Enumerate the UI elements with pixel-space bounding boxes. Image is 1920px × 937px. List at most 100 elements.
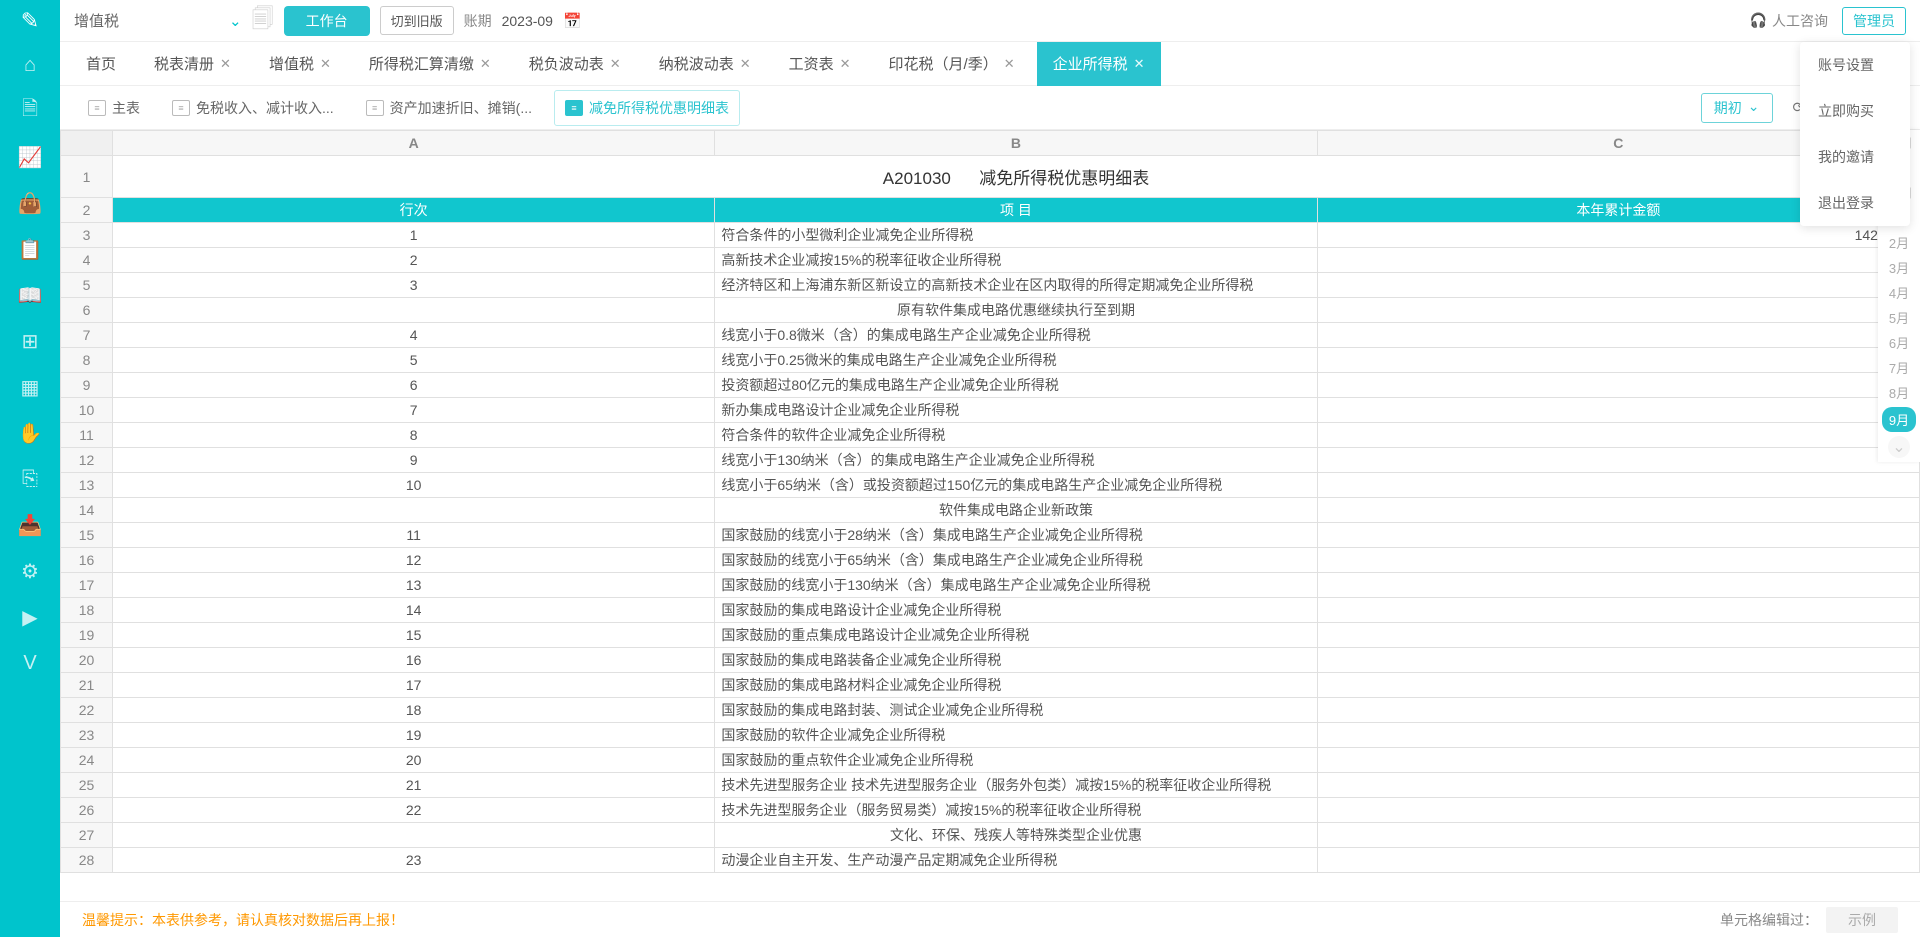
item-desc[interactable]: 线宽小于0.8微米（含）的集成电路生产企业减免企业所得税 <box>715 323 1317 348</box>
month-item[interactable]: 3月 <box>1878 255 1920 280</box>
line-number[interactable]: 11 <box>113 523 715 548</box>
line-number[interactable]: 9 <box>113 448 715 473</box>
nav-clipboard-icon[interactable]: 📋 <box>0 226 60 272</box>
workspace-button[interactable]: 工作台 <box>284 6 370 36</box>
amount-cell[interactable] <box>1317 723 1919 748</box>
tab-8[interactable]: 企业所得税✕ <box>1037 42 1161 86</box>
line-number[interactable]: 13 <box>113 573 715 598</box>
item-desc[interactable]: 国家鼓励的软件企业减免企业所得税 <box>715 723 1317 748</box>
nav-inbox-icon[interactable]: 📥 <box>0 502 60 548</box>
month-item[interactable]: 6月 <box>1878 330 1920 355</box>
item-desc[interactable]: 经济特区和上海浦东新区新设立的高新技术企业在区内取得的所得定期减免企业所得税 <box>715 273 1317 298</box>
amount-cell[interactable] <box>1317 673 1919 698</box>
amount-cell[interactable] <box>1317 423 1919 448</box>
tab-0[interactable]: 首页 <box>70 42 132 86</box>
nav-grid-icon[interactable]: ▦ <box>0 364 60 410</box>
nav-play-icon[interactable]: ▶ <box>0 594 60 640</box>
nav-home-icon[interactable]: ⌂ <box>0 42 60 88</box>
amount-cell[interactable] <box>1317 598 1919 623</box>
month-item[interactable]: 8月 <box>1878 380 1920 405</box>
line-number[interactable] <box>113 823 715 848</box>
item-desc[interactable]: 原有软件集成电路优惠继续执行至到期 <box>715 298 1317 323</box>
item-desc[interactable]: 符合条件的小型微利企业减免企业所得税 <box>715 223 1317 248</box>
nav-book-icon[interactable]: 📖 <box>0 272 60 318</box>
month-item[interactable]: 7月 <box>1878 355 1920 380</box>
line-number[interactable]: 23 <box>113 848 715 873</box>
line-number[interactable]: 12 <box>113 548 715 573</box>
close-icon[interactable]: ✕ <box>320 56 331 72</box>
month-item[interactable]: 9月 <box>1882 407 1916 432</box>
subtab-3[interactable]: ≡减免所得税优惠明细表 <box>554 90 740 126</box>
nav-chart-icon[interactable]: 📈 <box>0 134 60 180</box>
item-desc[interactable]: 国家鼓励的线宽小于65纳米（含）集成电路生产企业减免企业所得税 <box>715 548 1317 573</box>
amount-cell[interactable] <box>1317 548 1919 573</box>
tab-1[interactable]: 税表清册✕ <box>138 42 247 86</box>
item-desc[interactable]: 动漫企业自主开发、生产动漫产品定期减免企业所得税 <box>715 848 1317 873</box>
amount-cell[interactable]: 14221.38 <box>1317 223 1919 248</box>
line-number[interactable]: 10 <box>113 473 715 498</box>
item-desc[interactable]: 符合条件的软件企业减免企业所得税 <box>715 423 1317 448</box>
close-icon[interactable]: ✕ <box>1134 56 1145 72</box>
item-desc[interactable]: 技术先进型服务企业 技术先进型服务企业（服务外包类）减按15%的税率征收企业所得… <box>715 773 1317 798</box>
month-item[interactable]: 4月 <box>1878 280 1920 305</box>
dropdown-item[interactable]: 立即购买 <box>1800 88 1910 134</box>
item-desc[interactable]: 国家鼓励的集成电路材料企业减免企业所得税 <box>715 673 1317 698</box>
amount-cell[interactable] <box>1317 523 1919 548</box>
dropdown-item[interactable]: 退出登录 <box>1800 180 1910 226</box>
subtab-2[interactable]: ≡资产加速折旧、摊销(... <box>356 90 542 126</box>
item-desc[interactable]: 投资额超过80亿元的集成电路生产企业减免企业所得税 <box>715 373 1317 398</box>
subtab-0[interactable]: ≡主表 <box>78 90 150 126</box>
item-desc[interactable]: 国家鼓励的集成电路设计企业减免企业所得税 <box>715 598 1317 623</box>
company-select[interactable]: 增值税 ⌄ <box>74 10 242 31</box>
close-icon[interactable]: ✕ <box>480 56 491 72</box>
tab-6[interactable]: 工资表✕ <box>773 42 867 86</box>
item-desc[interactable]: 国家鼓励的重点软件企业减免企业所得税 <box>715 748 1317 773</box>
item-desc[interactable]: 国家鼓励的集成电路装备企业减免企业所得税 <box>715 648 1317 673</box>
amount-cell[interactable] <box>1317 323 1919 348</box>
dropdown-item[interactable]: 账号设置 <box>1800 42 1910 88</box>
tab-5[interactable]: 纳税波动表✕ <box>643 42 767 86</box>
line-number[interactable] <box>113 498 715 523</box>
close-icon[interactable]: ✕ <box>840 56 851 72</box>
close-icon[interactable]: ✕ <box>220 56 231 72</box>
subtab-1[interactable]: ≡免税收入、减计收入... <box>162 90 344 126</box>
amount-cell[interactable] <box>1317 498 1919 523</box>
nav-table-icon[interactable]: ⊞ <box>0 318 60 364</box>
nav-gear-icon[interactable]: ⚙ <box>0 548 60 594</box>
amount-cell[interactable] <box>1317 298 1919 323</box>
amount-cell[interactable] <box>1317 748 1919 773</box>
amount-cell[interactable] <box>1317 448 1919 473</box>
nav-hand-icon[interactable]: ✋ <box>0 410 60 456</box>
month-item[interactable]: 2月 <box>1878 230 1920 255</box>
period-dropdown[interactable]: 期初 ⌄ <box>1701 93 1773 123</box>
amount-cell[interactable] <box>1317 248 1919 273</box>
nav-export-icon[interactable]: ⎘ <box>0 456 60 502</box>
line-number[interactable]: 19 <box>113 723 715 748</box>
amount-cell[interactable] <box>1317 773 1919 798</box>
item-desc[interactable]: 线宽小于0.25微米的集成电路生产企业减免企业所得税 <box>715 348 1317 373</box>
item-desc[interactable]: 线宽小于65纳米（含）或投资额超过150亿元的集成电路生产企业减免企业所得税 <box>715 473 1317 498</box>
item-desc[interactable]: 技术先进型服务企业（服务贸易类）减按15%的税率征收企业所得税 <box>715 798 1317 823</box>
line-number[interactable] <box>113 298 715 323</box>
line-number[interactable]: 14 <box>113 598 715 623</box>
close-icon[interactable]: ✕ <box>610 56 621 72</box>
item-desc[interactable]: 国家鼓励的线宽小于130纳米（含）集成电路生产企业减免企业所得税 <box>715 573 1317 598</box>
item-desc[interactable]: 新办集成电路设计企业减免企业所得税 <box>715 398 1317 423</box>
line-number[interactable]: 16 <box>113 648 715 673</box>
item-desc[interactable]: 国家鼓励的重点集成电路设计企业减免企业所得税 <box>715 623 1317 648</box>
item-desc[interactable]: 文化、环保、残疾人等特殊类型企业优惠 <box>715 823 1317 848</box>
amount-cell[interactable] <box>1317 348 1919 373</box>
item-desc[interactable]: 国家鼓励的线宽小于28纳米（含）集成电路生产企业减免企业所得税 <box>715 523 1317 548</box>
item-desc[interactable]: 国家鼓励的集成电路封装、测试企业减免企业所得税 <box>715 698 1317 723</box>
item-desc[interactable]: 软件集成电路企业新政策 <box>715 498 1317 523</box>
line-number[interactable]: 15 <box>113 623 715 648</box>
amount-cell[interactable] <box>1317 798 1919 823</box>
tab-2[interactable]: 增值税✕ <box>253 42 347 86</box>
amount-cell[interactable] <box>1317 373 1919 398</box>
line-number[interactable]: 4 <box>113 323 715 348</box>
consult-link[interactable]: 🎧 人工咨询 <box>1750 11 1828 31</box>
line-number[interactable]: 22 <box>113 798 715 823</box>
amount-cell[interactable] <box>1317 848 1919 873</box>
month-item[interactable]: 5月 <box>1878 305 1920 330</box>
line-number[interactable]: 18 <box>113 698 715 723</box>
